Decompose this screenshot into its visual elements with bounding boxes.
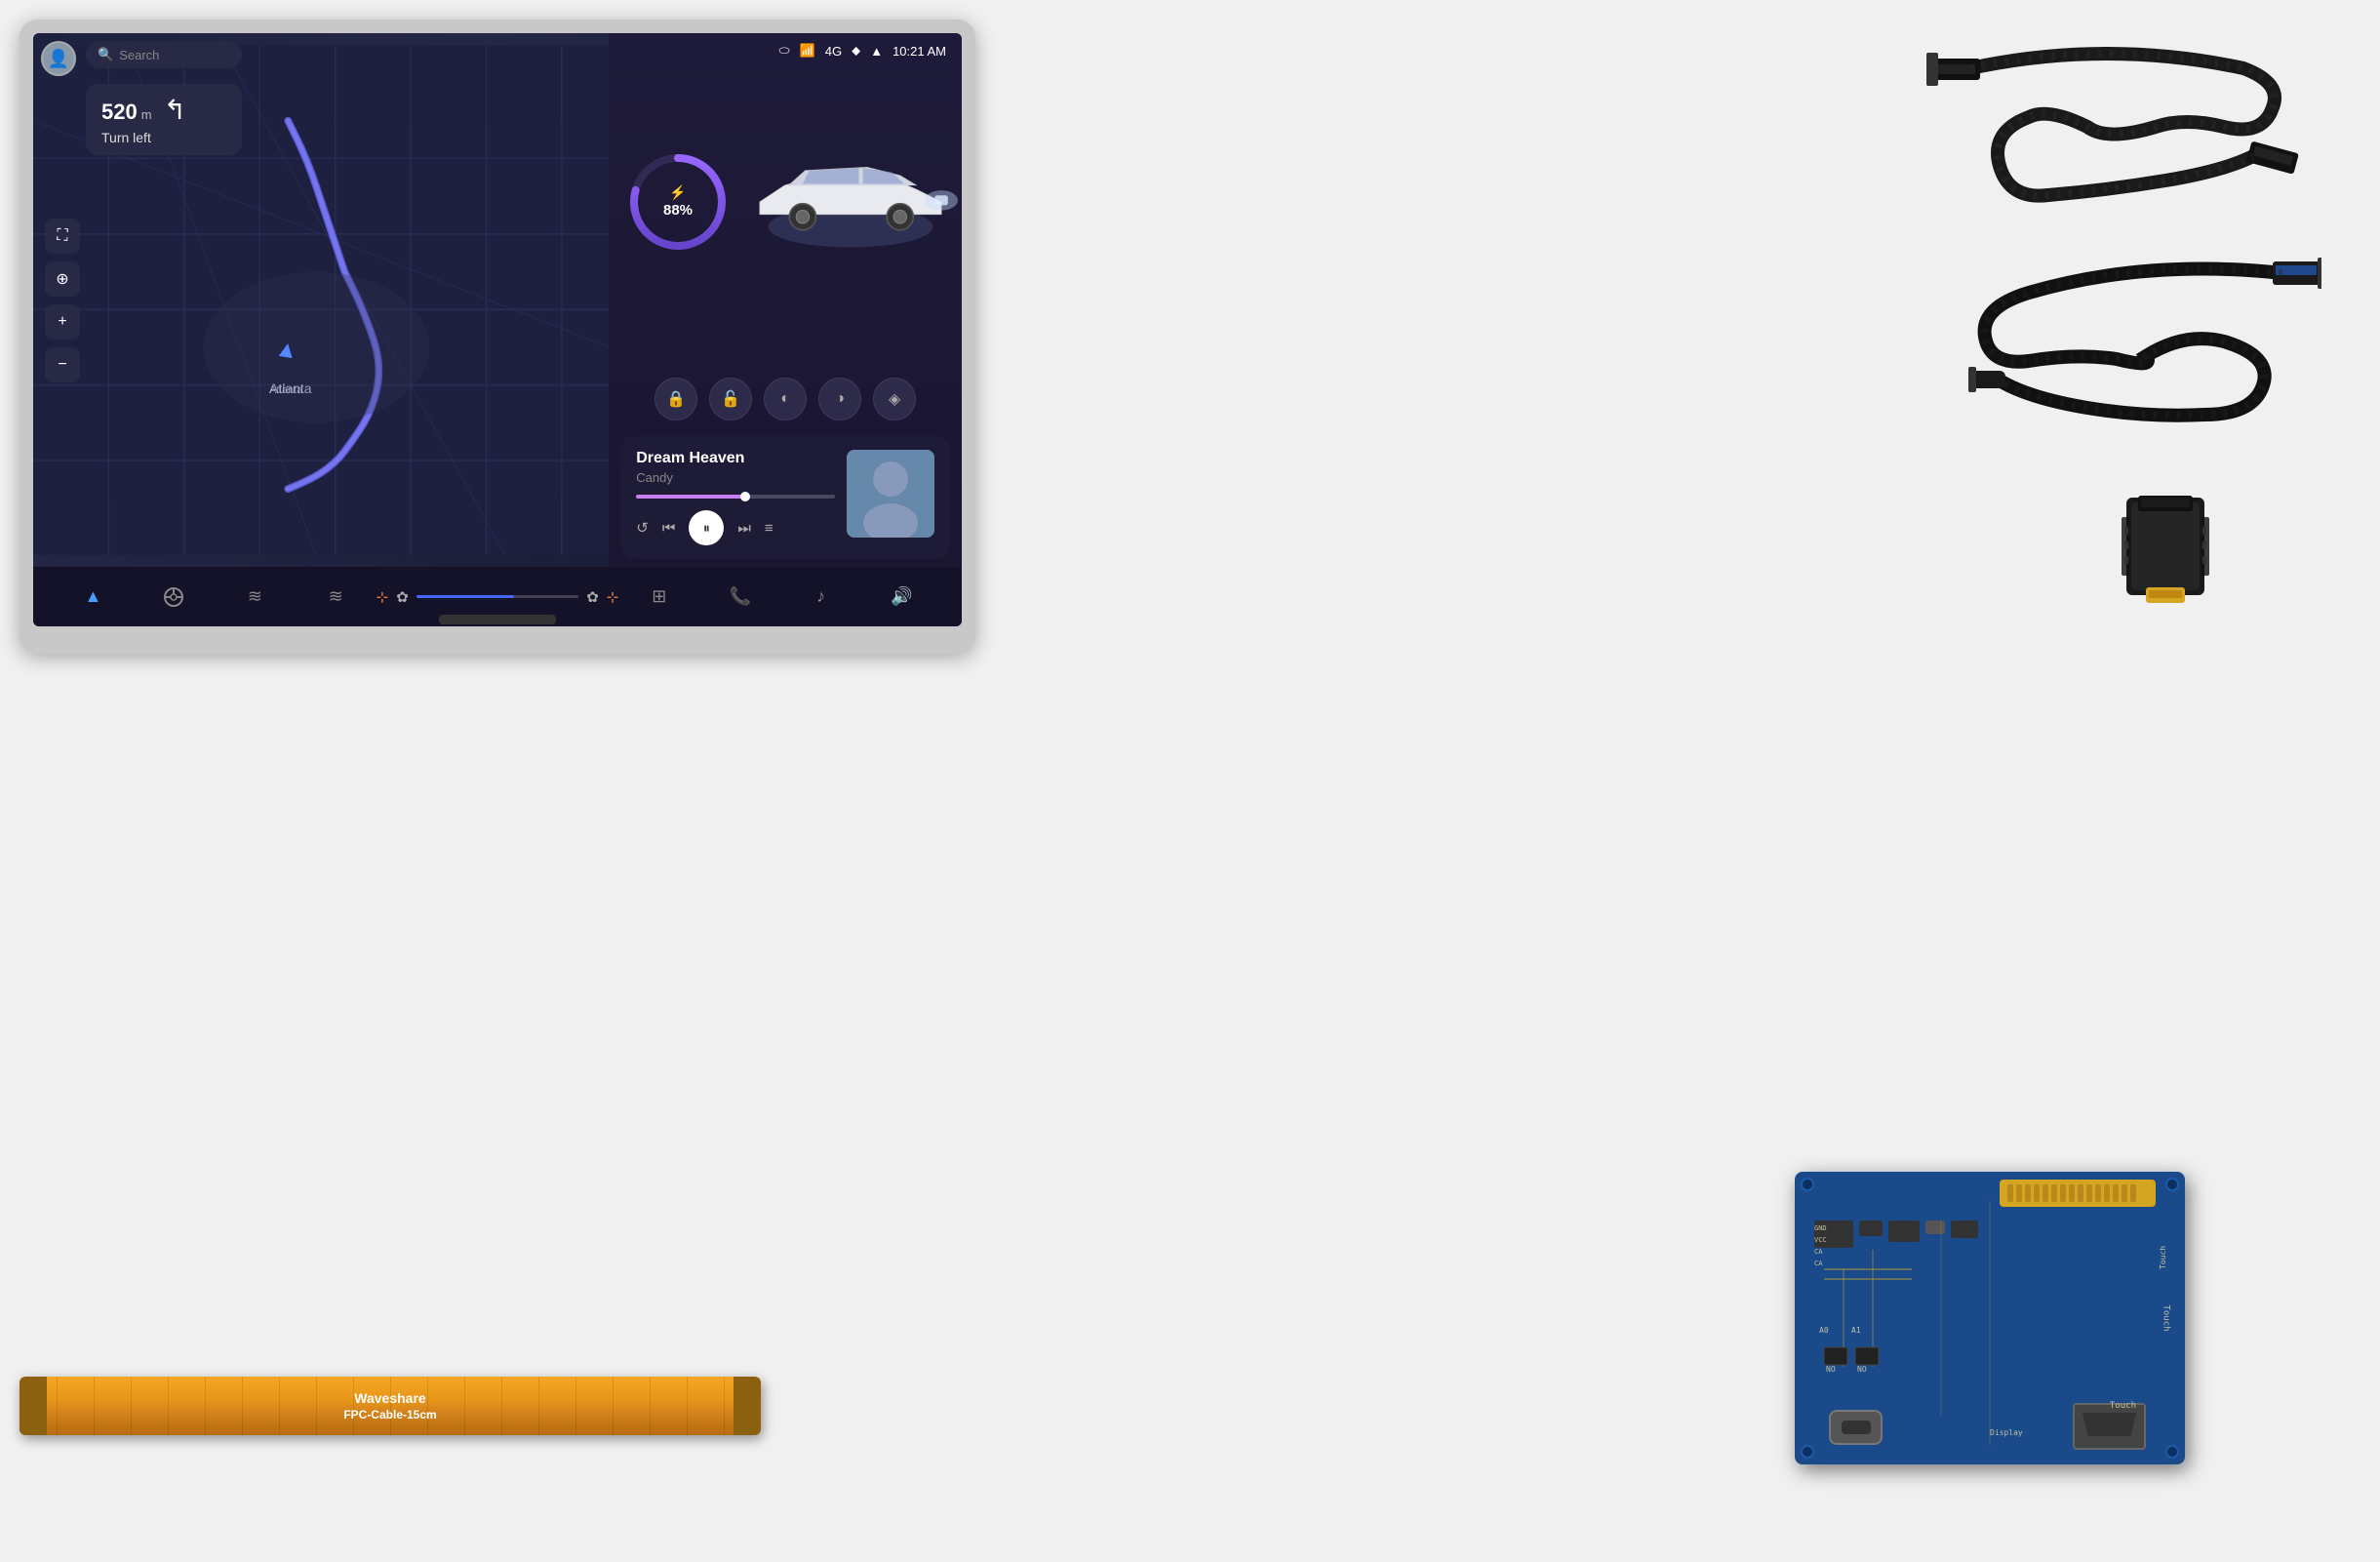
svg-text:CA: CA: [1814, 1260, 1823, 1267]
fan2-icon[interactable]: ✿: [586, 588, 599, 606]
svg-text:⚡: ⚡: [670, 184, 687, 201]
music-progress-dot: [740, 492, 750, 501]
bluetooth-icon: ⬥: [852, 43, 860, 59]
music-controls: ↺ ⏮ ⏸ ⏭ ≡: [636, 510, 835, 545]
svg-text:Display: Display: [1990, 1428, 2023, 1437]
location-button[interactable]: ⊕: [45, 261, 80, 297]
pcb-hole-tr: [2165, 1178, 2179, 1191]
fpc-cable-area: Waveshare FPC-Cable-15cm: [20, 1338, 780, 1474]
fpc-cable-label: FPC-Cable-15cm: [343, 1408, 436, 1422]
map-area: Atlanta Atlanta 👤 🔍 Search 520 m ↰ Turn …: [33, 33, 609, 567]
svg-text:A0: A0: [1819, 1326, 1829, 1335]
music-nav-icon[interactable]: ♪: [780, 586, 861, 607]
search-bar[interactable]: 🔍 Search: [86, 41, 242, 68]
search-icon: 🔍: [98, 47, 113, 62]
nav-instruction: 520 m ↰ Turn left: [86, 84, 242, 155]
next-button[interactable]: ⏭: [737, 520, 751, 537]
prev-button[interactable]: ⏮: [662, 520, 676, 537]
pcb-display-label: Touch: [2110, 1401, 2136, 1411]
svg-text:88%: 88%: [663, 202, 693, 219]
pcb-hole-tl: [1801, 1178, 1814, 1191]
signal-strength: 4G: [825, 44, 842, 59]
wifi-icon: ▲: [870, 44, 883, 59]
zoom-in-button[interactable]: +: [45, 304, 80, 340]
play-pause-button[interactable]: ⏸: [689, 510, 724, 545]
seat-heat1-icon[interactable]: ≋: [215, 586, 296, 607]
apps-icon[interactable]: ⊞: [618, 586, 699, 607]
right-panel: ⚡ 88%: [609, 33, 962, 567]
usb-c-port: [1829, 1410, 1883, 1445]
music-progress-bar[interactable]: [636, 495, 835, 499]
hdmi-cable-area: [1912, 29, 2302, 224]
svg-text:GND: GND: [1814, 1224, 1827, 1232]
battery-section: ⚡ 88%: [609, 33, 962, 370]
city-name: Atlanta: [269, 380, 312, 396]
light-high-button[interactable]: ◑: [818, 378, 861, 421]
nav-turn-arrow: ↰: [164, 94, 186, 126]
volume-icon[interactable]: 🔊: [861, 586, 942, 607]
pcb-board-area: NO NO A0 A1 Touch Display GND VCC CA CA: [1795, 1172, 2224, 1523]
music-album-art: [847, 450, 934, 538]
screen: Atlanta Atlanta 👤 🔍 Search 520 m ↰ Turn …: [33, 33, 962, 626]
display-unit: Atlanta Atlanta 👤 🔍 Search 520 m ↰ Turn …: [20, 20, 975, 654]
fpc-flat-cable: Waveshare FPC-Cable-15cm: [20, 1377, 761, 1435]
fpc-label: Waveshare FPC-Cable-15cm: [343, 1390, 436, 1422]
fpc-logo: Waveshare: [343, 1390, 436, 1406]
steering-icon[interactable]: [134, 586, 215, 608]
pcb-hole-br: [2165, 1445, 2179, 1459]
time-display: 10:21 AM: [892, 44, 946, 59]
usb-cable-area: [1951, 244, 2321, 459]
light-low-button[interactable]: ◐: [764, 378, 807, 421]
map-controls: ⛶ ⊕ + −: [45, 219, 80, 382]
svg-text:CA: CA: [1814, 1248, 1823, 1256]
nav-distance-unit: m: [141, 107, 152, 122]
music-artist: Candy: [636, 470, 835, 485]
hazard-button[interactable]: ◈: [873, 378, 916, 421]
nav-instruction-text: Turn left: [101, 130, 226, 145]
pcb-touch-label: Touch: [2161, 1304, 2170, 1331]
repeat-button[interactable]: ↺: [636, 519, 649, 537]
climate-slider[interactable]: [416, 595, 578, 598]
nav-distance-number: 520: [101, 100, 138, 125]
search-placeholder: Search: [119, 48, 159, 62]
car-image: [743, 143, 958, 260]
lock-button[interactable]: 🔒: [654, 378, 697, 421]
zoom-out-button[interactable]: −: [45, 347, 80, 382]
avatar[interactable]: 👤: [41, 41, 76, 76]
pcb-hole-bl: [1801, 1445, 1814, 1459]
climate-controls: ⊹ ✿ ✿ ⊹: [377, 588, 619, 606]
svg-text:NO: NO: [1826, 1365, 1836, 1374]
fullscreen-button[interactable]: ⛶: [45, 219, 80, 254]
signal-icon: 📶: [800, 43, 815, 59]
heat2-icon[interactable]: ⊹: [607, 588, 619, 606]
svg-text:VCC: VCC: [1814, 1236, 1827, 1244]
music-progress-fill: [636, 495, 745, 499]
music-player: Dream Heaven Candy ↺ ⏮ ⏸ ⏭ ≡: [620, 436, 950, 559]
music-title: Dream Heaven: [636, 450, 835, 467]
hdmi-adapter-area: [2068, 478, 2263, 654]
speaker-strip: [439, 615, 556, 624]
svg-text:Touch: Touch: [2159, 1246, 2167, 1269]
camera-icon: ⬭: [778, 43, 789, 59]
phone-icon[interactable]: 📞: [699, 586, 780, 607]
heat-icon[interactable]: ⊹: [377, 588, 389, 606]
svg-text:A1: A1: [1851, 1326, 1861, 1335]
playlist-button[interactable]: ≡: [765, 520, 774, 537]
seat-heat2-icon[interactable]: ≋: [296, 586, 377, 607]
battery-circle: ⚡ 88%: [624, 148, 732, 256]
unlock-button[interactable]: 🔓: [709, 378, 752, 421]
car-controls: 🔒 🔓 ◐ ◑ ◈: [609, 370, 962, 428]
fan-icon[interactable]: ✿: [396, 588, 409, 606]
nav-bottom-icon[interactable]: ▲: [53, 586, 134, 607]
navigation-arrow: ▲: [273, 335, 300, 366]
music-info: Dream Heaven Candy ↺ ⏮ ⏸ ⏭ ≡: [636, 450, 835, 545]
pcb-board: NO NO A0 A1 Touch Display GND VCC CA CA: [1795, 1172, 2185, 1464]
svg-text:NO: NO: [1857, 1365, 1867, 1374]
